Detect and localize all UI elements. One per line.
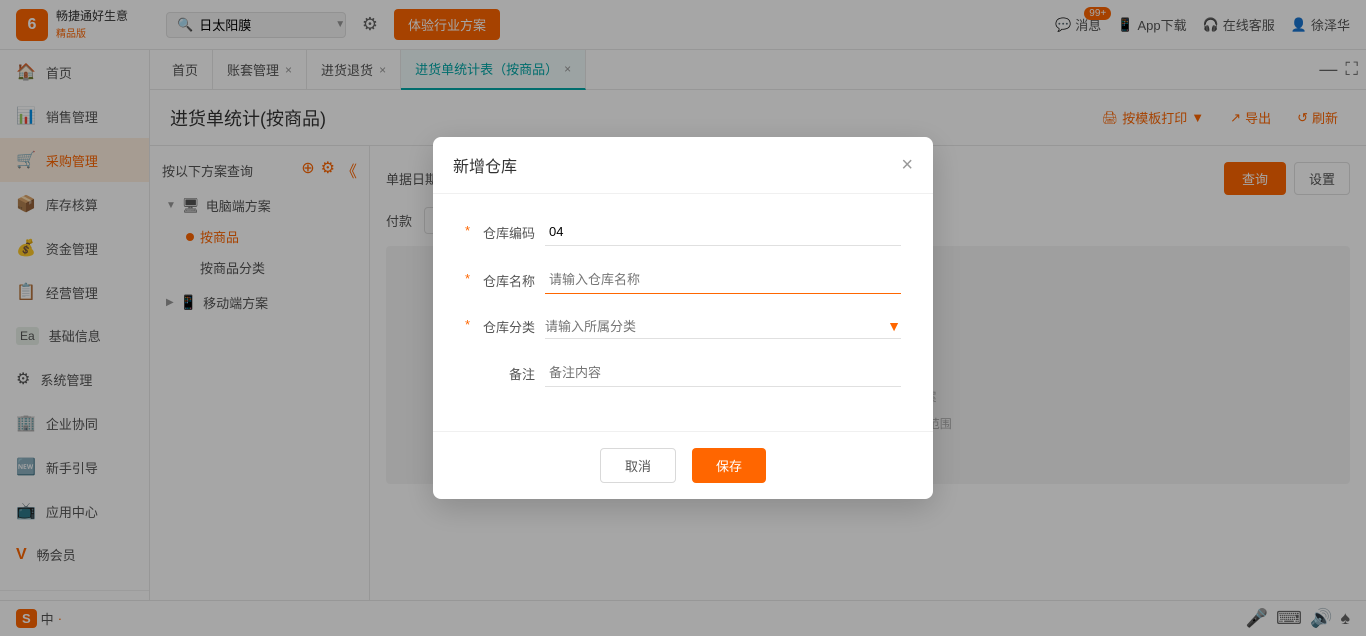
modal-close-button[interactable]: ×: [901, 155, 913, 175]
field-label-code: 仓库编码: [465, 223, 545, 242]
cancel-button[interactable]: 取消: [600, 448, 676, 483]
form-row-remark: 备注: [465, 359, 901, 387]
field-select-category[interactable]: ▼: [545, 314, 901, 339]
field-label-remark: 备注: [465, 364, 545, 383]
field-input-remark[interactable]: [545, 359, 901, 387]
modal-footer: 取消 保存: [433, 431, 933, 499]
form-row-name: 仓库名称: [465, 266, 901, 294]
modal-overlay: 新增仓库 × 仓库编码 仓库名称 仓库分类: [0, 0, 1366, 636]
modal-add-warehouse: 新增仓库 × 仓库编码 仓库名称 仓库分类: [433, 137, 933, 499]
modal-header: 新增仓库 ×: [433, 137, 933, 194]
field-category-input[interactable]: [545, 319, 887, 334]
form-row-category: 仓库分类 ▼: [465, 314, 901, 339]
modal-title: 新增仓库: [453, 153, 517, 177]
modal-body: 仓库编码 仓库名称 仓库分类 ▼: [433, 194, 933, 431]
save-button[interactable]: 保存: [692, 448, 766, 483]
category-dropdown-arrow[interactable]: ▼: [887, 318, 901, 334]
field-label-category: 仓库分类: [465, 317, 545, 336]
field-input-code[interactable]: [545, 218, 901, 246]
field-input-name[interactable]: [545, 266, 901, 294]
field-label-name: 仓库名称: [465, 271, 545, 290]
form-row-code: 仓库编码: [465, 218, 901, 246]
